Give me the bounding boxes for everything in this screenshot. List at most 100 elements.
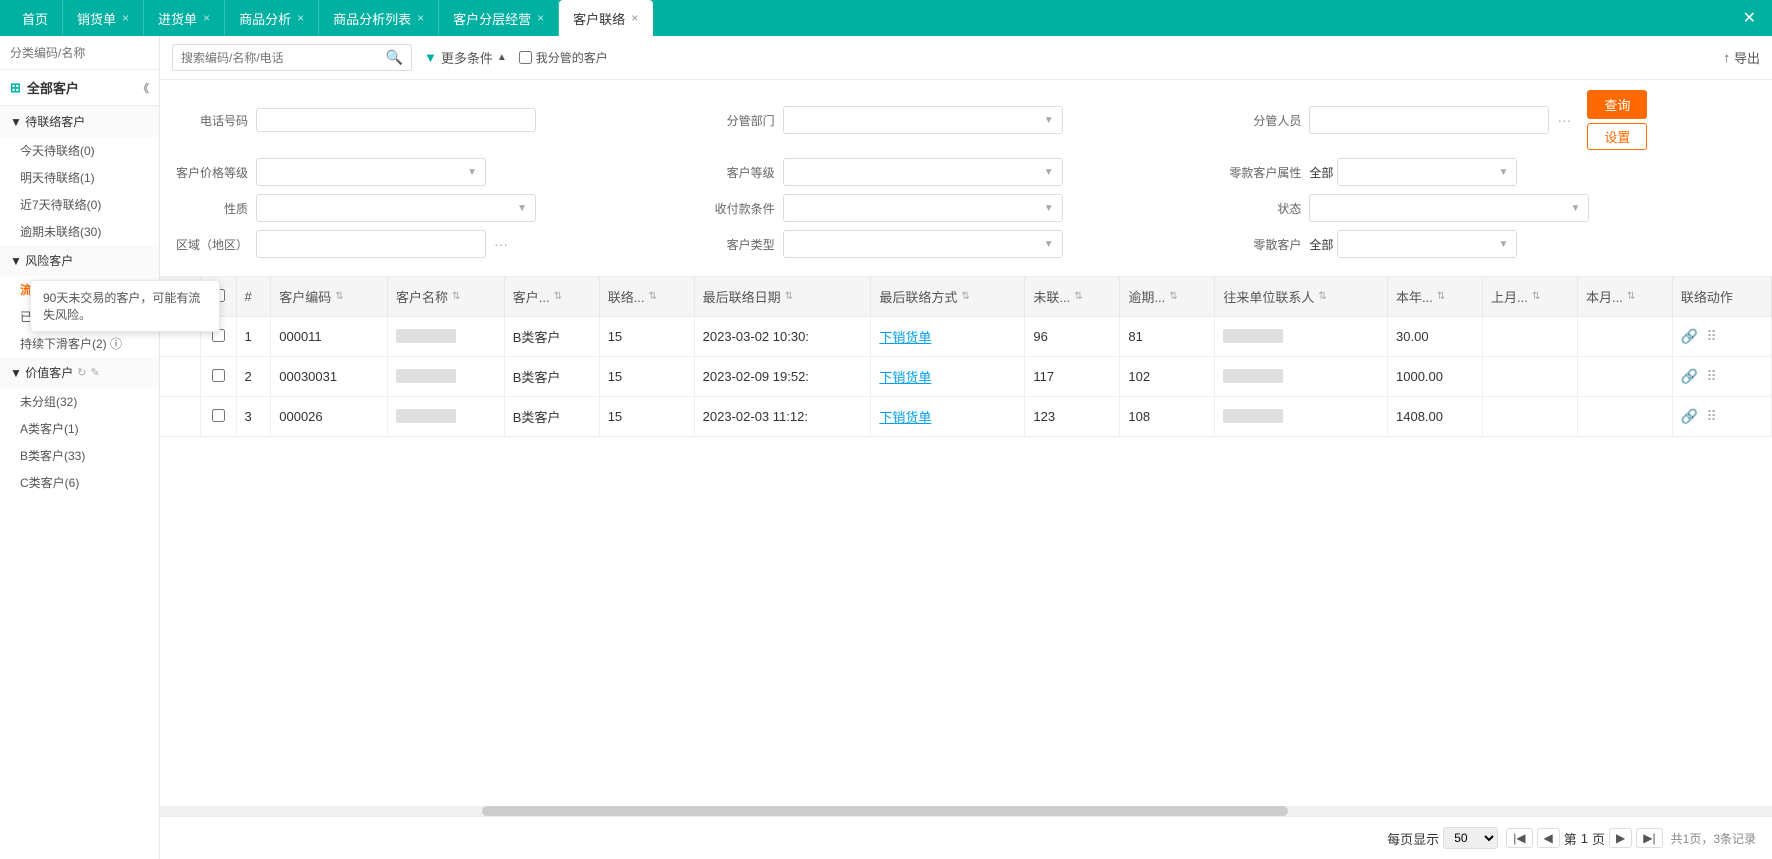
tab-sales-close[interactable]: × (122, 11, 129, 25)
first-page-btn[interactable]: |◀ (1506, 828, 1532, 848)
th-unit-contact[interactable]: 往来单位联系人 ⇅ (1215, 277, 1388, 317)
sidebar-item-week7[interactable]: 近7天待联络(0) (0, 191, 159, 218)
horizontal-scrollbar[interactable] (160, 806, 1772, 816)
filter-price-tier-select[interactable]: ▼ (256, 158, 486, 186)
sort-contact-icon: ⇅ (649, 291, 657, 302)
sidebar-item-unsorted[interactable]: 未分组(32) (0, 388, 159, 415)
prev-page-btn[interactable]: ◀ (1537, 828, 1560, 848)
filter-dept-select[interactable]: ▼ (783, 106, 1063, 134)
my-customer-checkbox[interactable] (519, 51, 532, 64)
sidebar-item-b-class[interactable]: B类客户(33) (0, 442, 159, 469)
td-name-1 (387, 317, 504, 357)
last-method-link-2[interactable]: 下销货单 (879, 370, 931, 385)
tab-customer-contact-close[interactable]: × (631, 11, 638, 25)
unit-contact-name-1 (1223, 329, 1283, 343)
filter-customer-level-select[interactable]: ▼ (783, 158, 1063, 186)
sidebar-item-today[interactable]: 今天待联络(0) (0, 137, 159, 164)
th-type[interactable]: 客户... ⇅ (504, 277, 599, 317)
more-filter-btn[interactable]: ▼ 更多条件 ▲ (424, 48, 507, 67)
per-page-select[interactable]: 50 100 200 (1443, 827, 1498, 849)
filter-region: 区域（地区） ··· (176, 230, 703, 258)
setting-button[interactable]: 设置 (1587, 123, 1647, 150)
scrollbar-thumb[interactable] (482, 806, 1288, 816)
filter-payment: 收付款条件 ▼ (703, 194, 1230, 222)
th-overdue[interactable]: 逾期... ⇅ (1120, 277, 1215, 317)
filter-customer-type: 客户类型 ▼ (703, 230, 1230, 258)
filter-dept: 分管部门 ▼ (703, 106, 1230, 134)
window-close-button[interactable]: ✕ (1735, 8, 1764, 28)
row-checkbox-3[interactable] (212, 409, 225, 422)
last-method-link-1[interactable]: 下销货单 (879, 330, 931, 345)
action-link-icon-3[interactable]: 🔗 (1681, 408, 1698, 425)
sidebar-item-downgraded[interactable]: 持续下滑客户(2) ⓘ (0, 330, 159, 357)
action-grid-icon-3[interactable]: ⠿ (1706, 408, 1716, 425)
th-uncontacted[interactable]: 未联... ⇅ (1025, 277, 1120, 317)
query-button[interactable]: 查询 (1587, 90, 1647, 119)
filter-zero-customer: 零散客户 全部 ▼ (1229, 230, 1756, 258)
page-number: 1 (1581, 831, 1588, 846)
tab-analysis-list[interactable]: 商品分析列表 × (319, 0, 439, 36)
search-bar: 🔍 ▼ 更多条件 ▲ 我分管的客户 ↑ 导出 (160, 36, 1772, 80)
th-this-year[interactable]: 本年... ⇅ (1388, 277, 1483, 317)
td-last-date-2: 2023-02-09 19:52: (694, 357, 871, 397)
sidebar-group-risk[interactable]: ▼ 风险客户 (0, 245, 159, 276)
last-page-btn[interactable]: ▶| (1636, 828, 1662, 848)
per-page-select-wrap: 每页显示 50 100 200 (1387, 827, 1498, 849)
search-input[interactable] (181, 51, 386, 65)
sidebar-search-input[interactable] (10, 46, 160, 60)
th-last-method[interactable]: 最后联络方式 ⇅ (871, 277, 1025, 317)
filter-phone-input[interactable] (256, 108, 536, 132)
filter-status-select[interactable]: ▼ (1309, 194, 1589, 222)
my-customer-checkbox-wrap[interactable]: 我分管的客户 (519, 49, 608, 66)
tab-customer-tier[interactable]: 客户分层经营 × (439, 0, 559, 36)
sidebar-all-customers[interactable]: ⊞ 全部客户 《 (0, 70, 159, 106)
filter-manager-select[interactable] (1309, 106, 1549, 134)
search-submit-icon[interactable]: 🔍 (386, 49, 403, 66)
th-contact[interactable]: 联络... ⇅ (599, 277, 694, 317)
filter-customer-type-select[interactable]: ▼ (783, 230, 1063, 258)
export-btn[interactable]: ↑ 导出 (1723, 48, 1760, 67)
value-edit-icon[interactable]: ✎ (90, 366, 99, 379)
value-refresh-icon[interactable]: ↻ (77, 366, 86, 379)
sidebar-group-value[interactable]: ▼ 价值客户 ↻ ✎ (0, 357, 159, 388)
action-link-icon-2[interactable]: 🔗 (1681, 368, 1698, 385)
tab-purchase-close[interactable]: × (203, 11, 210, 25)
td-overdue-1: 81 (1120, 317, 1215, 357)
tab-home[interactable]: 首页 (8, 0, 63, 36)
filter-gender-select[interactable]: ▼ (256, 194, 536, 222)
tab-analysis-close[interactable]: × (297, 11, 304, 25)
th-name[interactable]: 客户名称 ⇅ (387, 277, 504, 317)
action-link-icon-1[interactable]: 🔗 (1681, 328, 1698, 345)
sidebar-item-tomorrow[interactable]: 明天待联络(1) (0, 164, 159, 191)
tab-customer-contact[interactable]: 客户联络 × (559, 0, 653, 36)
th-last-date[interactable]: 最后联络日期 ⇅ (694, 277, 871, 317)
action-grid-icon-1[interactable]: ⠿ (1706, 328, 1716, 345)
tab-purchase[interactable]: 进货单 × (144, 0, 225, 36)
filter-zero-customer-select[interactable]: ▼ (1337, 230, 1517, 258)
sidebar-item-c-class[interactable]: C类客户(6) (0, 469, 159, 496)
filter-payment-label: 收付款条件 (703, 200, 783, 217)
th-last-month[interactable]: 上月... ⇅ (1482, 277, 1577, 317)
th-this-month[interactable]: 本月... ⇅ (1577, 277, 1672, 317)
filter-payment-select[interactable]: ▼ (783, 194, 1063, 222)
filter-region-more[interactable]: ··· (486, 236, 516, 252)
filter-region-select[interactable] (256, 230, 486, 258)
tab-analysis[interactable]: 商品分析 × (225, 0, 319, 36)
action-grid-icon-2[interactable]: ⠿ (1706, 368, 1716, 385)
last-method-link-3[interactable]: 下销货单 (879, 410, 931, 425)
td-last-date-1: 2023-03-02 10:30: (694, 317, 871, 357)
sidebar-group-pending[interactable]: ▼ 待联络客户 (0, 106, 159, 137)
th-code[interactable]: 客户编码 ⇅ (271, 277, 388, 317)
tab-customer-tier-close[interactable]: × (537, 11, 544, 25)
sidebar-item-a-class[interactable]: A类客户(1) (0, 415, 159, 442)
tab-analysis-list-close[interactable]: × (417, 11, 424, 25)
row-checkbox-2[interactable] (212, 369, 225, 382)
filter-chevron: ▲ (497, 52, 507, 63)
tab-sales[interactable]: 销货单 × (63, 0, 144, 36)
sidebar-item-overdue[interactable]: 逾期未联络(30) (0, 218, 159, 245)
filter-manager-more[interactable]: ··· (1549, 112, 1579, 128)
filter-status-chevron: ▼ (1570, 203, 1580, 214)
next-page-btn[interactable]: ▶ (1609, 828, 1632, 848)
filter-zero-attr-select[interactable]: ▼ (1337, 158, 1517, 186)
td-code-3: 000026 (271, 397, 388, 437)
